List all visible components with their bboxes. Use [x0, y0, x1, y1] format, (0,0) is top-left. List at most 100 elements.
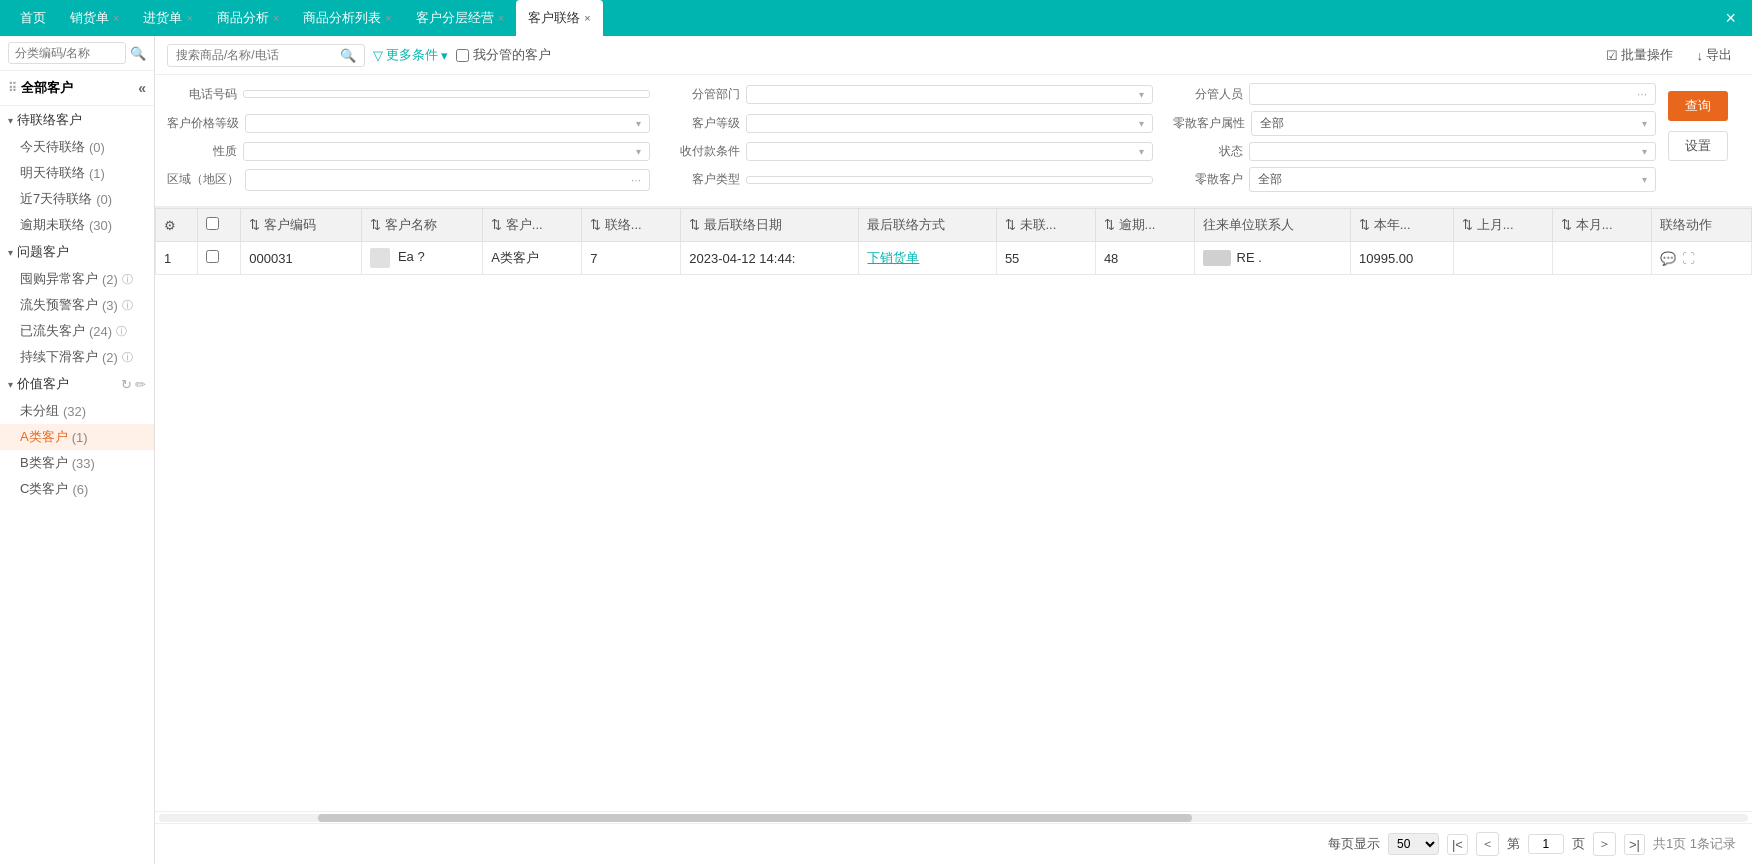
my-customers-checkbox[interactable] [456, 49, 469, 62]
col-check[interactable] [197, 209, 240, 242]
customer-type-input[interactable] [746, 176, 1153, 184]
close-customer-segment-tab[interactable]: × [498, 0, 504, 36]
tab-goods-analysis[interactable]: 商品分析 × [205, 0, 291, 36]
sidebar-item-abnormal[interactable]: 囤购异常客户 (2) ⓘ [0, 266, 154, 292]
tab-goods-analysis-list[interactable]: 商品分析列表 × [291, 0, 403, 36]
settings-button[interactable]: 设置 [1668, 131, 1728, 161]
customer-level-dropdown[interactable]: ▾ [746, 114, 1153, 133]
tab-purchase[interactable]: 进货单 × [131, 0, 204, 36]
filter-icon: ▽ [373, 48, 383, 63]
close-goods-analysis-list-tab[interactable]: × [385, 0, 391, 36]
edit-icon[interactable]: ✏ [135, 377, 146, 392]
row-last-method[interactable]: 下销货单 [859, 242, 996, 275]
retail-attr-dropdown[interactable]: 全部 ▾ [1251, 111, 1656, 136]
page-number-input[interactable] [1528, 834, 1564, 854]
region-input[interactable]: ··· [245, 169, 650, 191]
filter-row-4: 区域（地区） ··· 客户类型 [167, 167, 1656, 192]
message-icon[interactable]: 💬 [1660, 251, 1676, 266]
dept-arrow-icon: ▾ [1139, 89, 1144, 100]
row-check[interactable] [197, 242, 240, 275]
sidebar-item-churned[interactable]: 已流失客户 (24) ⓘ [0, 318, 154, 344]
prev-page-button[interactable]: ＜ [1476, 832, 1499, 856]
row-name[interactable]: Ea ? [362, 242, 483, 275]
close-goods-analysis-tab[interactable]: × [273, 0, 279, 36]
customer-level-label: 客户等级 [670, 115, 740, 132]
next-page-button[interactable]: ＞ [1593, 832, 1616, 856]
close-customer-contact-tab[interactable]: × [584, 0, 590, 36]
tab-sales[interactable]: 销货单 × [58, 0, 131, 36]
row-checkbox[interactable] [206, 250, 219, 263]
sidebar-all-customers-header[interactable]: ⠿ 全部客户 « [0, 71, 154, 106]
sort-icon-10: ⇅ [1561, 217, 1572, 232]
my-customers-checkbox-label[interactable]: 我分管的客户 [456, 46, 551, 64]
sidebar-item-b-class[interactable]: B类客户 (33) [0, 450, 154, 476]
sidebar-item-c-class[interactable]: C类客户 (6) [0, 476, 154, 502]
col-this-month[interactable]: ⇅ 本月... [1553, 209, 1652, 242]
col-this-year[interactable]: ⇅ 本年... [1351, 209, 1454, 242]
window-close-button[interactable]: × [1717, 8, 1744, 29]
row-no: 1 [156, 242, 198, 275]
dept-dropdown[interactable]: ▾ [746, 85, 1153, 104]
scrollbar-thumb[interactable] [318, 814, 1192, 822]
phone-input[interactable] [243, 90, 650, 98]
sidebar-item-tomorrow[interactable]: 明天待联络 (1) [0, 160, 154, 186]
col-last-date[interactable]: ⇅ 最后联络日期 [681, 209, 859, 242]
horizontal-scrollbar[interactable] [155, 811, 1752, 823]
batch-operation-button[interactable]: ☑ 批量操作 [1598, 42, 1681, 68]
export-button[interactable]: ↓ 导出 [1689, 42, 1741, 68]
filter-cell-dept: 分管部门 ▾ [670, 85, 1153, 104]
refresh-icon[interactable]: ↻ [121, 377, 132, 392]
close-purchase-tab[interactable]: × [186, 0, 192, 36]
sidebar-item-declining[interactable]: 持续下滑客户 (2) ⓘ [0, 344, 154, 370]
sidebar-group-pending[interactable]: ▾ 待联络客户 [0, 106, 154, 134]
sidebar-search-input[interactable] [8, 42, 126, 64]
gear-icon[interactable]: ⚙ [164, 218, 176, 233]
close-sales-tab[interactable]: × [113, 0, 119, 36]
sidebar-item-churn-warning[interactable]: 流失预警客户 (3) ⓘ [0, 292, 154, 318]
nature-dropdown[interactable]: ▾ [243, 142, 650, 161]
person-input[interactable]: ··· [1249, 83, 1656, 105]
per-page-select[interactable]: 50 20 100 [1388, 833, 1439, 855]
sort-icon-6: ⇅ [1005, 217, 1016, 232]
select-all-checkbox[interactable] [206, 217, 219, 230]
first-page-button[interactable]: |< [1447, 834, 1468, 855]
status-dropdown[interactable]: ▾ [1249, 142, 1656, 161]
col-last-method[interactable]: 最后联络方式 [859, 209, 996, 242]
sidebar-item-overdue[interactable]: 逾期未联络 (30) [0, 212, 154, 238]
col-name[interactable]: ⇅ 客户名称 [362, 209, 483, 242]
arrow-down-icon: ▾ [8, 115, 13, 126]
col-person[interactable]: 往来单位联系人 [1194, 209, 1350, 242]
col-type[interactable]: ⇅ 客户... [483, 209, 582, 242]
main-search-input[interactable] [176, 48, 336, 62]
status-label: 状态 [1173, 143, 1243, 160]
sidebar-item-today[interactable]: 今天待联络 (0) [0, 134, 154, 160]
sidebar-collapse-icon[interactable]: « [138, 80, 146, 96]
arrow-down-icon-3: ▾ [8, 379, 13, 390]
tab-customer-contact[interactable]: 客户联络 × [516, 0, 602, 36]
more-filters-button[interactable]: ▽ 更多条件 ▾ [373, 46, 448, 64]
col-uncontacted[interactable]: ⇅ 未联... [996, 209, 1095, 242]
scrollbar-track[interactable] [159, 814, 1748, 822]
sidebar-item-ungrouped[interactable]: 未分组 (32) [0, 398, 154, 424]
col-last-month[interactable]: ⇅ 上月... [1454, 209, 1553, 242]
sidebar-item-a-class[interactable]: A类客户 (1) [0, 424, 154, 450]
home-tab[interactable]: 首页 [8, 9, 58, 27]
col-code[interactable]: ⇅ 客户编码 [241, 209, 362, 242]
share-icon[interactable]: ⛶ [1682, 251, 1695, 266]
retail-customer-dropdown[interactable]: 全部 ▾ [1249, 167, 1656, 192]
payment-dropdown[interactable]: ▾ [746, 142, 1153, 161]
sidebar-group-problem[interactable]: ▾ 问题客户 [0, 238, 154, 266]
last-page-button[interactable]: >| [1624, 834, 1645, 855]
col-contact[interactable]: ⇅ 联络... [582, 209, 681, 242]
main-search-icon[interactable]: 🔍 [340, 48, 356, 63]
main-search-box[interactable]: 🔍 [167, 44, 365, 67]
sidebar-search-icon[interactable]: 🔍 [130, 46, 146, 61]
col-overdue[interactable]: ⇅ 逾期... [1095, 209, 1194, 242]
region-label: 区域（地区） [167, 171, 239, 188]
sidebar-group-value[interactable]: ▾ 价值客户 ↻ ✏ [0, 370, 154, 398]
price-level-dropdown[interactable]: ▾ [245, 114, 650, 133]
query-button[interactable]: 查询 [1668, 91, 1728, 121]
tab-customer-segment[interactable]: 客户分层经营 × [404, 0, 516, 36]
sidebar-item-7days[interactable]: 近7天待联络 (0) [0, 186, 154, 212]
col-gear[interactable]: ⚙ [156, 209, 198, 242]
